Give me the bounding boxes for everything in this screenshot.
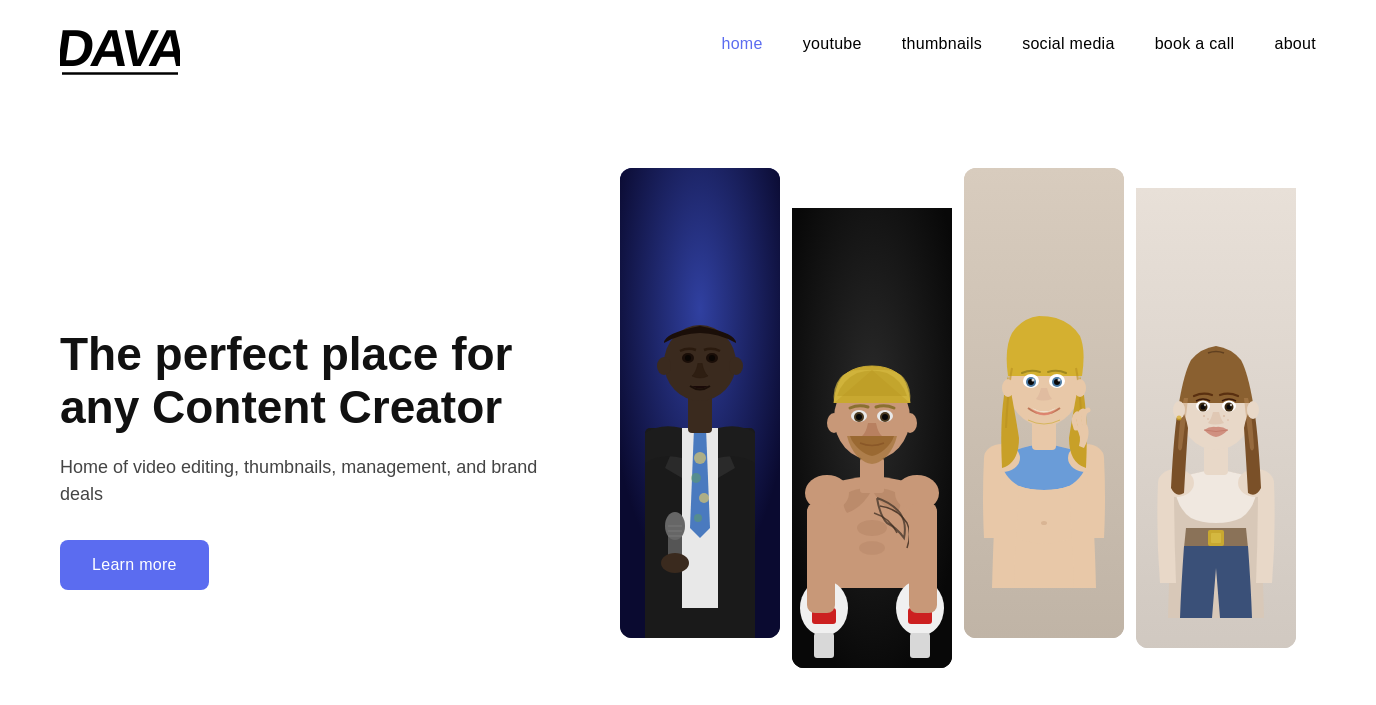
learn-more-button[interactable]: Learn more [60, 540, 209, 590]
hero-section: The perfect place for any Content Creato… [60, 148, 580, 590]
svg-point-62 [1074, 379, 1086, 397]
svg-point-59 [1032, 379, 1035, 382]
svg-point-6 [691, 473, 701, 483]
svg-point-22 [661, 553, 689, 573]
svg-point-80 [1223, 415, 1225, 417]
main-nav: home youtube thumbnails social media boo… [721, 35, 1316, 53]
svg-point-7 [699, 493, 709, 503]
gallery-image-2 [792, 188, 952, 668]
logo-icon: DAVA [60, 9, 180, 79]
svg-rect-43 [814, 633, 834, 658]
svg-point-5 [694, 452, 706, 464]
site-header: DAVA home youtube thumbnails social medi… [0, 0, 1376, 88]
person-4-illustration [1136, 188, 1296, 648]
nav-item-youtube[interactable]: youtube [803, 35, 862, 53]
svg-point-79 [1207, 418, 1209, 420]
svg-point-48 [1041, 521, 1047, 525]
svg-point-36 [882, 414, 888, 420]
nav-item-about[interactable]: about [1274, 35, 1316, 53]
person-2-illustration [792, 208, 952, 668]
svg-rect-44 [910, 633, 930, 658]
nav-item-home[interactable]: home [721, 35, 762, 53]
svg-point-13 [685, 355, 691, 361]
hero-subtitle: Home of video editing, thumbnails, manag… [60, 454, 580, 508]
svg-point-60 [1058, 379, 1061, 382]
svg-point-38 [903, 413, 917, 433]
svg-point-15 [657, 357, 671, 375]
svg-text:DAVA: DAVA [60, 20, 180, 78]
svg-point-16 [729, 357, 743, 375]
nav-item-thumbnails[interactable]: thumbnails [902, 35, 982, 53]
svg-point-81 [1227, 419, 1229, 421]
svg-point-77 [1230, 404, 1232, 406]
person-3-illustration [964, 168, 1124, 638]
svg-rect-46 [909, 503, 937, 613]
svg-point-76 [1204, 404, 1206, 406]
svg-point-25 [857, 520, 887, 536]
svg-rect-65 [1211, 533, 1221, 543]
gallery-image-4 [1136, 178, 1296, 648]
svg-point-35 [856, 414, 862, 420]
svg-rect-45 [807, 503, 835, 613]
main-content: The perfect place for any Content Creato… [0, 88, 1376, 705]
nav-item-book-a-call[interactable]: book a call [1155, 35, 1235, 53]
nav-item-social-media[interactable]: social media [1022, 35, 1115, 53]
logo[interactable]: DAVA [60, 9, 180, 79]
svg-point-37 [827, 413, 841, 433]
gallery-image-1 [620, 168, 780, 638]
svg-point-14 [709, 355, 715, 361]
hero-title: The perfect place for any Content Creato… [60, 328, 580, 434]
image-gallery [580, 148, 1316, 668]
svg-point-78 [1203, 415, 1205, 417]
person-1-illustration [620, 168, 780, 638]
svg-point-84 [1177, 416, 1182, 421]
svg-point-8 [694, 514, 702, 522]
svg-point-83 [1247, 401, 1259, 419]
svg-point-26 [859, 541, 885, 555]
gallery-image-3 [964, 168, 1124, 638]
svg-point-61 [1002, 379, 1014, 397]
